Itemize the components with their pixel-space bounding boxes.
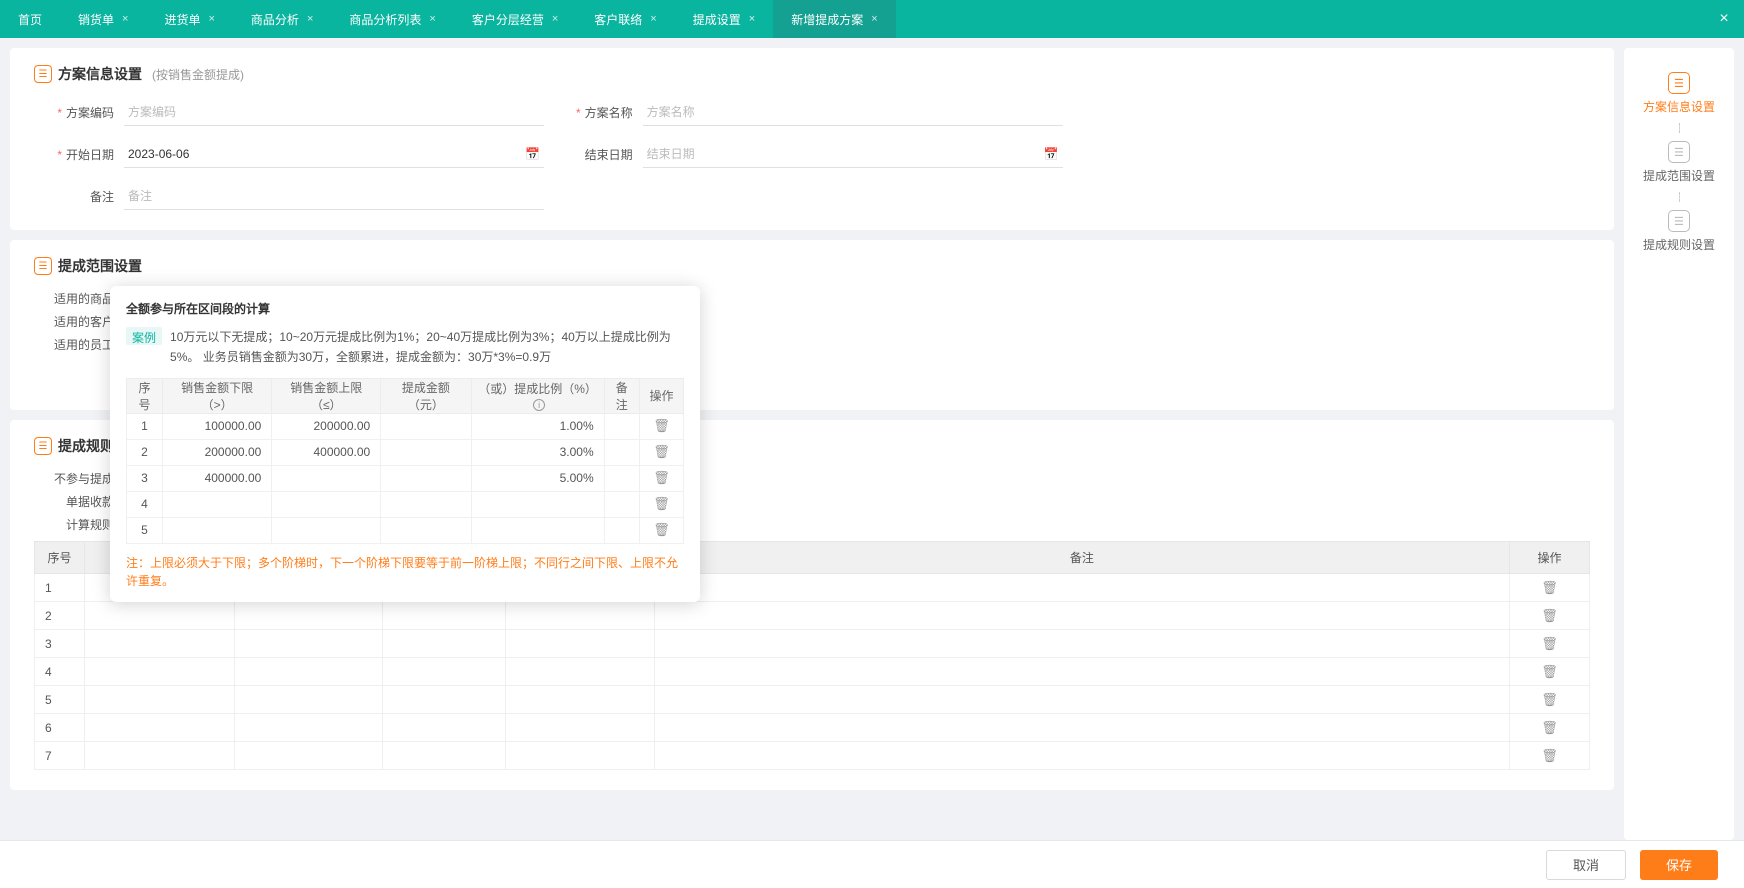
- start-date-label: 开始日期: [34, 146, 124, 163]
- rule-col-header: 序号: [35, 542, 85, 574]
- anchor-nav-item[interactable]: ☰提成规则设置: [1643, 204, 1715, 259]
- anchor-icon: ☰: [1668, 210, 1690, 232]
- trash-icon[interactable]: 🗑: [653, 418, 670, 433]
- panel-info: ☰ 方案信息设置 (按销售金额提成) 方案编码 方案名称 开始日期: [10, 48, 1614, 230]
- tab-item[interactable]: 销货单×: [60, 0, 146, 38]
- rule-col-header: 备注: [654, 542, 1509, 574]
- tab-item[interactable]: 商品分析×: [233, 0, 331, 38]
- info-icon[interactable]: i: [533, 399, 545, 411]
- popover-title: 全额参与所在区间段的计算: [126, 300, 684, 317]
- anchor-icon: ☰: [1668, 141, 1690, 163]
- tab-item[interactable]: 提成设置×: [675, 0, 773, 38]
- tab-item[interactable]: 进货单×: [146, 0, 232, 38]
- trash-icon[interactable]: 🗑: [653, 522, 670, 537]
- anchor-nav-item[interactable]: ☰提成范围设置: [1643, 135, 1715, 190]
- footer-bar: 取消 保存: [0, 840, 1744, 888]
- name-input[interactable]: [647, 105, 1059, 119]
- popover-table-row: 3400000.005.00%🗑: [127, 465, 684, 491]
- field-name: 方案名称: [553, 98, 1072, 126]
- rule-col-header: 操作: [1510, 542, 1590, 574]
- calendar-icon[interactable]: 📅: [1044, 147, 1059, 161]
- trash-icon[interactable]: 🗑: [653, 496, 670, 511]
- popover-col-header: 销售金额上限（≤）: [272, 378, 381, 413]
- panel-icon: ☰: [34, 65, 52, 83]
- tab-close-icon[interactable]: ×: [307, 13, 313, 25]
- popover-col-header: 销售金额下限（>）: [163, 378, 272, 413]
- tab-item[interactable]: 客户分层经营×: [454, 0, 576, 38]
- name-label: 方案名称: [553, 104, 643, 121]
- rule-table-row[interactable]: 7🗑: [35, 742, 1590, 770]
- tab-close-icon[interactable]: ×: [429, 13, 435, 25]
- code-label: 方案编码: [34, 104, 124, 121]
- trash-icon[interactable]: 🗑: [653, 470, 670, 485]
- tab-item[interactable]: 客户联络×: [576, 0, 674, 38]
- tab-close-icon[interactable]: ×: [122, 13, 128, 25]
- tab-close-icon[interactable]: ×: [871, 13, 877, 25]
- tab-close-icon[interactable]: ×: [650, 13, 656, 25]
- remark-label: 备注: [34, 188, 124, 205]
- rule-table-row[interactable]: 6🗑: [35, 714, 1590, 742]
- tab-close-icon[interactable]: ×: [208, 13, 214, 25]
- popover-col-header: 操作: [640, 378, 684, 413]
- save-button[interactable]: 保存: [1640, 850, 1718, 880]
- field-start-date: 开始日期 📅: [34, 140, 553, 168]
- field-code: 方案编码: [34, 98, 553, 126]
- tab-item[interactable]: 商品分析列表×: [331, 0, 453, 38]
- trash-icon[interactable]: 🗑: [1541, 580, 1558, 595]
- field-end-date: 结束日期 📅: [553, 140, 1072, 168]
- popover-col-header: 备注: [604, 378, 639, 413]
- trash-icon[interactable]: 🗑: [1541, 608, 1558, 623]
- global-close-icon[interactable]: ×: [1704, 0, 1744, 38]
- tab-close-icon[interactable]: ×: [552, 13, 558, 25]
- popover-table-row: 1100000.00200000.001.00%🗑: [127, 413, 684, 439]
- field-remark: 备注: [34, 182, 553, 210]
- example-popover: 全额参与所在区间段的计算 案例 10万元以下无提成；10~20万元提成比例为1%…: [110, 286, 700, 602]
- example-badge: 案例: [126, 327, 162, 345]
- trash-icon[interactable]: 🗑: [1541, 748, 1558, 763]
- popover-col-header: （或）提成比例（%）i: [471, 378, 604, 413]
- panel-icon: ☰: [34, 257, 52, 275]
- popover-col-header: 提成金额（元）: [381, 378, 471, 413]
- start-date-input[interactable]: [128, 147, 540, 161]
- rule-table-row[interactable]: 3🗑: [35, 630, 1590, 658]
- panel-icon: ☰: [34, 437, 52, 455]
- trash-icon[interactable]: 🗑: [1541, 636, 1558, 651]
- end-date-label: 结束日期: [553, 146, 643, 163]
- panel-info-hint: (按销售金额提成): [152, 66, 244, 83]
- panel-scope-title: 提成范围设置: [58, 256, 142, 276]
- popover-table-row: 2200000.00400000.003.00%🗑: [127, 439, 684, 465]
- popover-note: 注：上限必须大于下限；多个阶梯时，下一个阶梯下限要等于前一阶梯上限；不同行之间下…: [126, 554, 684, 590]
- trash-icon[interactable]: 🗑: [1541, 692, 1558, 707]
- code-input[interactable]: [128, 105, 540, 119]
- popover-col-header: 序号: [127, 378, 163, 413]
- rule-table-row[interactable]: 5🗑: [35, 686, 1590, 714]
- end-date-input[interactable]: [647, 147, 1059, 161]
- anchor-nav-item[interactable]: ☰方案信息设置: [1643, 66, 1715, 121]
- right-anchor-nav: ☰方案信息设置 ☰提成范围设置 ☰提成规则设置: [1624, 48, 1734, 840]
- rule-table-row[interactable]: 2🗑: [35, 602, 1590, 630]
- rule-table-row[interactable]: 4🗑: [35, 658, 1590, 686]
- calendar-icon[interactable]: 📅: [525, 147, 540, 161]
- tab-item[interactable]: 新增提成方案×: [773, 0, 895, 38]
- top-tab-bar: 首页销货单×进货单×商品分析×商品分析列表×客户分层经营×客户联络×提成设置×新…: [0, 0, 1744, 38]
- panel-info-title: 方案信息设置: [58, 64, 142, 84]
- cancel-button[interactable]: 取消: [1546, 850, 1626, 880]
- remark-input[interactable]: [128, 189, 540, 203]
- popover-table-row: 4🗑: [127, 491, 684, 517]
- trash-icon[interactable]: 🗑: [1541, 664, 1558, 679]
- trash-icon[interactable]: 🗑: [653, 444, 670, 459]
- example-table: 序号销售金额下限（>）销售金额上限（≤）提成金额（元）（或）提成比例（%）i备注…: [126, 378, 684, 544]
- example-text: 10万元以下无提成；10~20万元提成比例为1%；20~40万提成比例为3%；4…: [170, 327, 684, 368]
- trash-icon[interactable]: 🗑: [1541, 720, 1558, 735]
- tab-item[interactable]: 首页: [0, 0, 60, 38]
- anchor-icon: ☰: [1668, 72, 1690, 94]
- tab-close-icon[interactable]: ×: [749, 13, 755, 25]
- popover-table-row: 5🗑: [127, 517, 684, 543]
